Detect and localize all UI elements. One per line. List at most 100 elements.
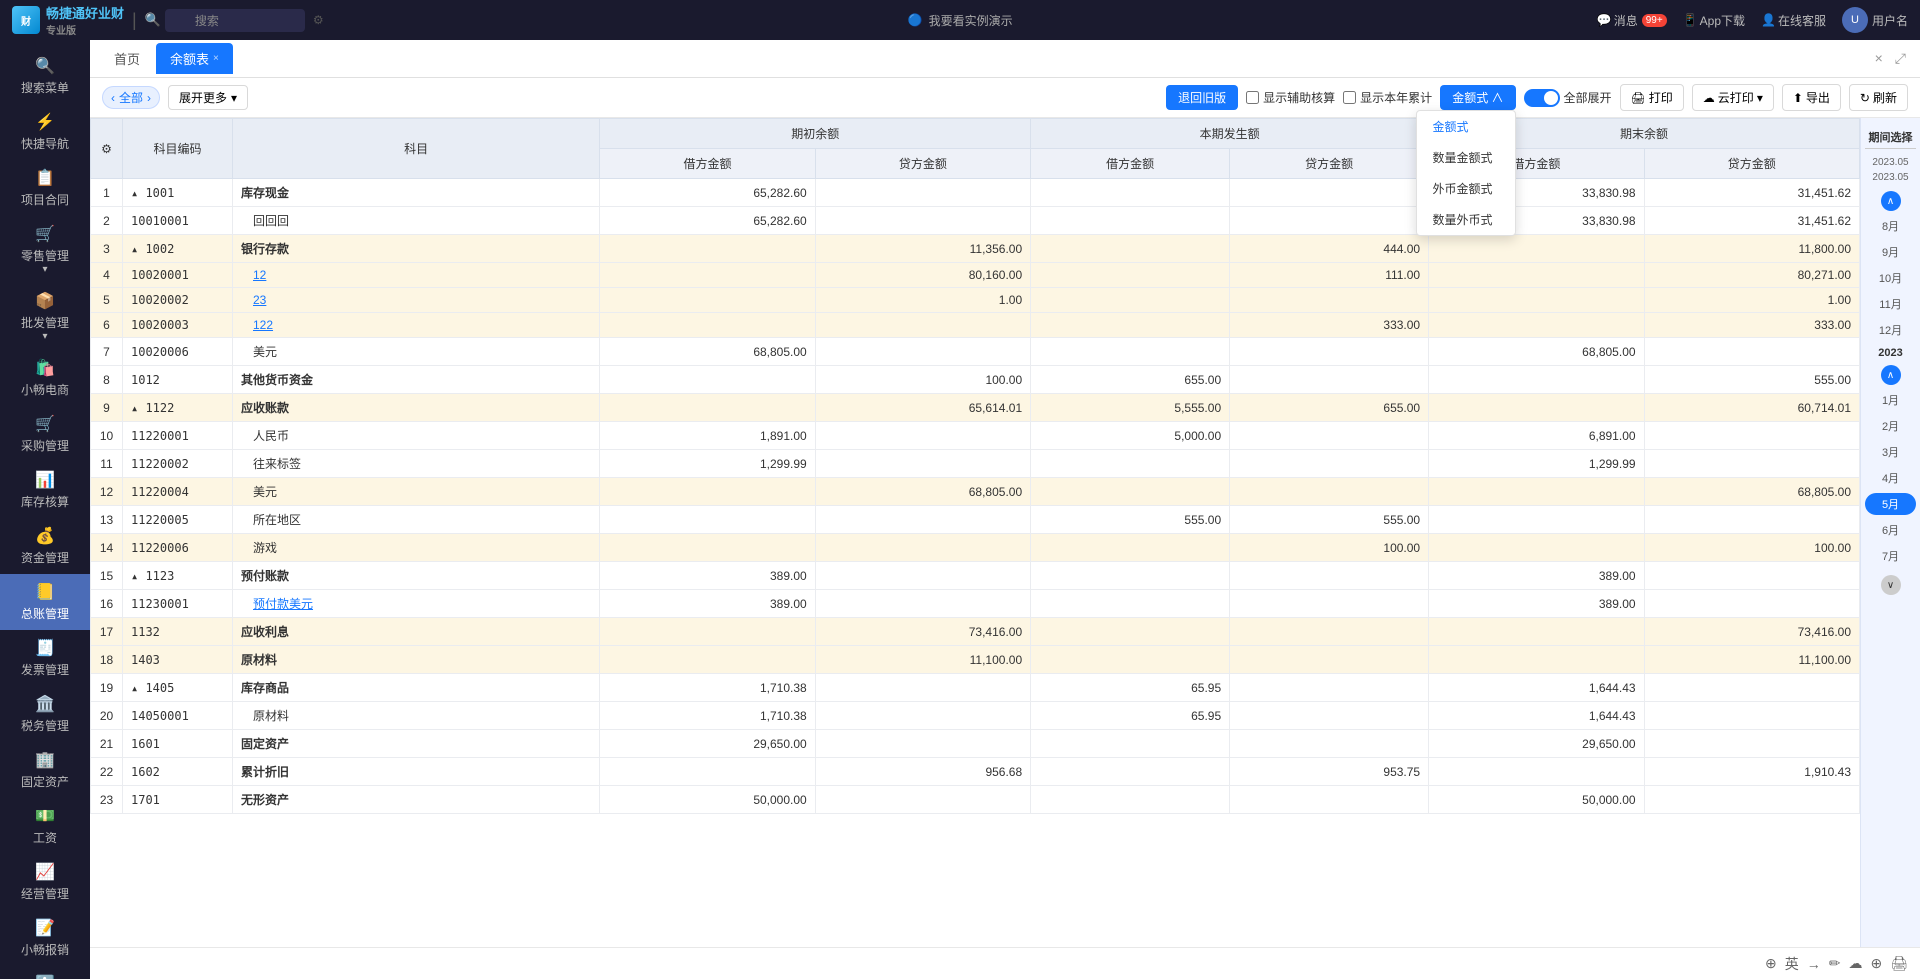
bottom-icon-edit[interactable]: ✏ xyxy=(1829,955,1841,972)
table-row[interactable]: 12 11220004 美元 68,805.00 68,805.00 xyxy=(91,478,1860,506)
period-month-4[interactable]: 4月 xyxy=(1865,467,1916,489)
search-bar[interactable]: 🔍 搜索 xyxy=(145,9,305,32)
period-month-7[interactable]: 7月 xyxy=(1865,545,1916,567)
amount-style-btn[interactable]: 金额式 ∧ xyxy=(1440,85,1515,110)
period-month-9[interactable]: 9月 xyxy=(1865,241,1916,263)
bottom-icon-arrow[interactable]: → xyxy=(1807,956,1821,972)
cell-num: 21 xyxy=(91,730,123,758)
sidebar-item-tax[interactable]: 🏛️ 税务管理 xyxy=(0,686,90,742)
table-row[interactable]: 14 11220006 游戏 100.00 100.00 xyxy=(91,534,1860,562)
period-month-11[interactable]: 11月 xyxy=(1865,293,1916,315)
period-month-8[interactable]: 8月 xyxy=(1865,215,1916,237)
table-row[interactable]: 13 11220005 所在地区 555.00 555.00 xyxy=(91,506,1860,534)
expand-all-toggle[interactable] xyxy=(1524,89,1560,107)
expand-more-btn[interactable]: 展开更多 ▾ xyxy=(168,85,248,110)
table-row[interactable]: 17 1132 应收利息 73,416.00 73,416.00 xyxy=(91,618,1860,646)
table-row[interactable]: 10 11220001 人民币 1,891.00 5,000.00 6,891.… xyxy=(91,422,1860,450)
period-month-3[interactable]: 3月 xyxy=(1865,441,1916,463)
print-btn[interactable]: 🖨 打印 xyxy=(1620,84,1684,111)
finance-icon: 💰 xyxy=(4,526,86,546)
bottom-icon-print[interactable]: 🖨 xyxy=(1890,955,1908,972)
period-month-12[interactable]: 12月 xyxy=(1865,319,1916,341)
period-nav-down[interactable]: ∨ xyxy=(1881,575,1901,595)
tab-close-icon[interactable]: × xyxy=(213,53,219,64)
show-assist-check[interactable]: 显示辅助核算 xyxy=(1246,89,1335,106)
table-row[interactable]: 6 10020003 122 333.00 333.00 xyxy=(91,313,1860,338)
user-avatar[interactable]: U 用户名 xyxy=(1842,7,1908,33)
tab-home[interactable]: 首页 xyxy=(100,43,154,74)
amount-style-dropdown[interactable]: 金额式 ∧ 金额式 数量金额式 外币金额式 数量外币式 xyxy=(1440,85,1515,110)
table-row[interactable]: 15 ▴ 1123 预付账款 389.00 389.00 xyxy=(91,562,1860,590)
table-row[interactable]: 11 11220002 往来标签 1,299.99 1,299.99 xyxy=(91,450,1860,478)
sidebar-item-salary[interactable]: 💵 工资 xyxy=(0,798,90,854)
show-year-total-check[interactable]: 显示本年累计 xyxy=(1343,89,1432,106)
table-row[interactable]: 23 1701 无形资产 50,000.00 50,000.00 xyxy=(91,786,1860,814)
sidebar-item-invoice[interactable]: 🧾 发票管理 xyxy=(0,630,90,686)
sidebar-item-search[interactable]: 🔍 搜索菜单 xyxy=(0,48,90,104)
table-row[interactable]: 20 14050001 原材料 1,710.38 65.95 1,644.43 xyxy=(91,702,1860,730)
export-btn[interactable]: ⬆ 导出 xyxy=(1782,84,1841,111)
amount-style-option-3[interactable]: 外币金额式 xyxy=(1417,173,1515,204)
right-arrow-icon[interactable]: › xyxy=(147,91,151,105)
period-month-5[interactable]: 5月 xyxy=(1865,493,1916,515)
cloud-print-btn[interactable]: ☁ 云打印 ▾ xyxy=(1692,84,1774,111)
sidebar-item-finance[interactable]: 💰 资金管理 xyxy=(0,518,90,574)
amount-style-option-1[interactable]: 金额式 xyxy=(1417,111,1515,142)
table-row[interactable]: 2 10010001 回回回 65,282.60 33,830.98 31,45… xyxy=(91,207,1860,235)
sidebar-item-basicinfo[interactable]: ℹ️ 基础信息 xyxy=(0,966,90,979)
app-download-btn[interactable]: 📱 App下载 xyxy=(1683,12,1745,29)
tab-balance[interactable]: 余额表 × xyxy=(156,43,233,74)
table-row[interactable]: 21 1601 固定资产 29,650.00 29,650.00 xyxy=(91,730,1860,758)
period-month-6[interactable]: 6月 xyxy=(1865,519,1916,541)
bottom-icon-lang[interactable]: 英 xyxy=(1785,954,1799,974)
expand-all-area[interactable]: 全部展开 xyxy=(1524,89,1612,107)
amount-style-option-2[interactable]: 数量金额式 xyxy=(1417,142,1515,173)
amount-style-option-4[interactable]: 数量外币式 xyxy=(1417,204,1515,235)
table-row[interactable]: 4 10020001 12 80,160.00 111.00 80,271.00 xyxy=(91,263,1860,288)
maximize-btn[interactable]: ⤢ xyxy=(1891,48,1910,69)
year-total-checkbox[interactable] xyxy=(1343,91,1356,104)
sidebar-item-project[interactable]: 📋 项目合同 xyxy=(0,160,90,216)
sidebar-item-assets[interactable]: 🏢 固定资产 xyxy=(0,742,90,798)
sidebar-item-ecommerce[interactable]: 🛍️ 小畅电商 xyxy=(0,350,90,406)
table-row[interactable]: 22 1602 累计折旧 956.68 953.75 1,910.43 xyxy=(91,758,1860,786)
return-old-btn[interactable]: 退回旧版 xyxy=(1166,85,1238,110)
table-row[interactable]: 19 ▴ 1405 库存商品 1,710.38 65.95 1,644.43 xyxy=(91,674,1860,702)
bottom-icon-cloud[interactable]: ☁ xyxy=(1848,955,1862,972)
table-row[interactable]: 18 1403 原材料 11,100.00 11,100.00 xyxy=(91,646,1860,674)
table-row[interactable]: 1 ▴ 1001 库存现金 65,282.60 33,830.98 31,451… xyxy=(91,179,1860,207)
table-row[interactable]: 8 1012 其他货币资金 100.00 655.00 555.00 xyxy=(91,366,1860,394)
period-expand-btn[interactable]: ∧ xyxy=(1881,365,1901,385)
table-row[interactable]: 7 10020006 美元 68,805.00 68,805.00 xyxy=(91,338,1860,366)
period-collapse-btn[interactable]: ∧ xyxy=(1881,191,1901,211)
left-arrow-icon[interactable]: ‹ xyxy=(111,91,115,105)
assist-checkbox[interactable] xyxy=(1246,91,1259,104)
sidebar-item-quicknav[interactable]: ⚡ 快捷导航 xyxy=(0,104,90,160)
sidebar-item-inventory[interactable]: 📊 库存核算 xyxy=(0,462,90,518)
refresh-btn[interactable]: ↻ 刷新 xyxy=(1849,84,1908,111)
search-input-display[interactable]: 搜索 xyxy=(165,9,305,32)
sidebar-item-ledger[interactable]: 📒 总账管理 xyxy=(0,574,90,630)
online-service-btn[interactable]: 👤 在线客服 xyxy=(1761,12,1826,29)
sidebar-item-purchase[interactable]: 🛒 采购管理 xyxy=(0,406,90,462)
table-row[interactable]: 9 ▴ 1122 应收账款 65,614.01 5,555.00 655.00 … xyxy=(91,394,1860,422)
period-month-10[interactable]: 10月 xyxy=(1865,267,1916,289)
th-settings[interactable]: ⚙ xyxy=(91,119,123,179)
message-btn[interactable]: 💬 消息 99+ xyxy=(1597,12,1667,29)
sidebar-item-wholesale[interactable]: 📦 批发管理 ▾ xyxy=(0,283,90,350)
bottom-icon-plus[interactable]: ⊕ xyxy=(1870,955,1882,972)
settings-icon[interactable]: ⚙ xyxy=(313,13,324,27)
bottom-icon-1[interactable]: ⊕ xyxy=(1765,955,1777,972)
cell-code: 11230001 xyxy=(123,590,233,618)
table-row[interactable]: 16 11230001 预付款美元 389.00 389.00 xyxy=(91,590,1860,618)
minimize-btn[interactable]: × xyxy=(1871,48,1887,69)
period-month-2[interactable]: 2月 xyxy=(1865,415,1916,437)
demo-link[interactable]: 🔵 我要看实例演示 xyxy=(908,12,1013,29)
sidebar-item-expense[interactable]: 📝 小畅报销 xyxy=(0,910,90,966)
sidebar-item-operations[interactable]: 📈 经营管理 xyxy=(0,854,90,910)
period-month-1[interactable]: 1月 xyxy=(1865,389,1916,411)
sidebar-item-retail[interactable]: 🛒 零售管理 ▾ xyxy=(0,216,90,283)
table-row[interactable]: 3 ▴ 1002 银行存款 11,356.00 444.00 11,800.00 xyxy=(91,235,1860,263)
table-row[interactable]: 5 10020002 23 1.00 1.00 xyxy=(91,288,1860,313)
cell-name: 所在地区 xyxy=(233,506,600,534)
